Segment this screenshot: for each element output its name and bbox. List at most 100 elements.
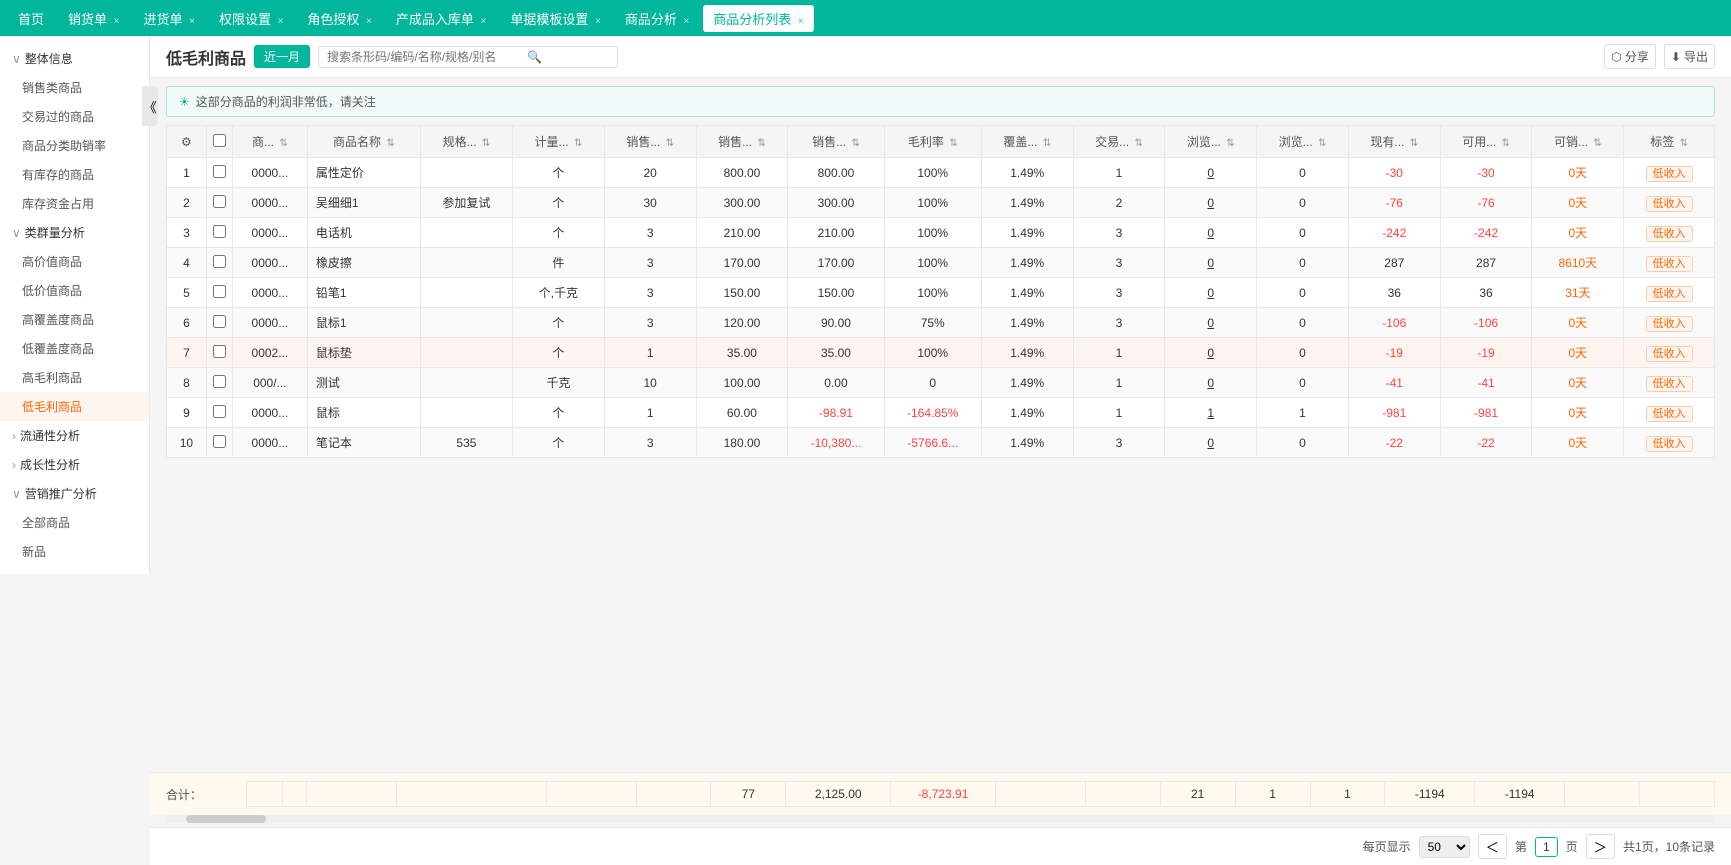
row-checkbox[interactable] [206, 188, 232, 218]
sidebar-item-in-stock[interactable]: 有库存的商品 [0, 160, 149, 189]
row-checkbox[interactable] [206, 278, 232, 308]
sidebar-item-high-margin[interactable]: 高毛利商品 [0, 363, 149, 392]
row-checkbox[interactable] [206, 158, 232, 188]
nav-purchase[interactable]: 进货单 × [133, 5, 204, 32]
prev-page-button[interactable]: ＜ [1478, 834, 1507, 859]
nav-product-entry[interactable]: 产成品入库单 × [386, 5, 496, 32]
row-spec [420, 398, 512, 428]
col-spec[interactable]: 规格... ⇅ [420, 126, 512, 158]
horizontal-scrollbar[interactable] [166, 815, 1715, 823]
filter-button[interactable]: 近一月 [254, 45, 310, 68]
sidebar-item-sales-products[interactable]: 销售类商品 [0, 73, 149, 102]
sidebar-group-growth[interactable]: › 成长性分析 [0, 450, 149, 479]
next-page-button[interactable]: ＞ [1586, 834, 1615, 859]
table-row: 9 0000... 鼠标 个 1 60.00 -98.91 -164.85% 1… [167, 398, 1715, 428]
col-available-stock[interactable]: 可用... ⇅ [1440, 126, 1532, 158]
row-checkbox-input[interactable] [213, 165, 226, 178]
row-transactions: 1 [1073, 368, 1165, 398]
sidebar-item-high-value[interactable]: 高价值商品 [0, 247, 149, 276]
col-coverage[interactable]: 覆盖... ⇅ [981, 126, 1073, 158]
nav-product-analysis[interactable]: 商品分析 × [615, 5, 699, 32]
col-sales-qty[interactable]: 销售... ⇅ [604, 126, 696, 158]
notice-text: 这部分商品的利润非常低，请关注 [196, 93, 376, 110]
row-checkbox-input[interactable] [213, 255, 226, 268]
row-checkbox[interactable] [206, 248, 232, 278]
col-margin[interactable]: 毛利率 ⇅ [884, 126, 981, 158]
row-views1: 0 [1165, 188, 1257, 218]
row-checkbox-input[interactable] [213, 405, 226, 418]
sidebar-item-category-rate[interactable]: 商品分类助销率 [0, 131, 149, 160]
row-current-stock: 36 [1348, 278, 1440, 308]
search-icon[interactable]: 🔍 [527, 50, 542, 64]
sidebar-item-capital[interactable]: 库存资金占用 [0, 189, 149, 218]
row-tag: 低收入 [1624, 278, 1715, 308]
nav-sales[interactable]: 销货单 × [58, 5, 129, 32]
row-checkbox[interactable] [206, 308, 232, 338]
row-sales-qty: 1 [604, 338, 696, 368]
sidebar-item-low-coverage[interactable]: 低覆盖度商品 [0, 334, 149, 363]
sidebar-group-marketing[interactable]: ∨ 营销推广分析 [0, 479, 149, 508]
row-coverage: 1.49% [981, 218, 1073, 248]
col-views1[interactable]: 浏览... ⇅ [1165, 126, 1257, 158]
row-margin: -164.85% [884, 398, 981, 428]
row-salable-days: 31天 [1532, 278, 1624, 308]
sidebar-item-low-value[interactable]: 低价值商品 [0, 276, 149, 305]
row-current-stock: -76 [1348, 188, 1440, 218]
row-checkbox[interactable] [206, 398, 232, 428]
col-salable-days[interactable]: 可销... ⇅ [1532, 126, 1624, 158]
row-margin: 100% [884, 158, 981, 188]
row-sales-amount: 120.00 [696, 308, 788, 338]
sidebar-item-high-coverage[interactable]: 高覆盖度商品 [0, 305, 149, 334]
share-button[interactable]: ⬡ 分享 [1604, 44, 1656, 69]
sidebar-item-traded-products[interactable]: 交易过的商品 [0, 102, 149, 131]
nav-home[interactable]: 首页 [8, 5, 54, 32]
row-coverage: 1.49% [981, 428, 1073, 458]
col-transactions[interactable]: 交易... ⇅ [1073, 126, 1165, 158]
select-all-checkbox[interactable] [213, 134, 226, 147]
col-current-stock[interactable]: 现有... ⇅ [1348, 126, 1440, 158]
row-transactions: 3 [1073, 308, 1165, 338]
row-checkbox-input[interactable] [213, 315, 226, 328]
col-sales-amount[interactable]: 销售... ⇅ [696, 126, 788, 158]
col-settings[interactable]: ⚙ [167, 126, 207, 158]
col-code[interactable]: 商... ⇅ [232, 126, 307, 158]
col-tag[interactable]: 标签 ⇅ [1624, 126, 1715, 158]
sidebar-group-cluster[interactable]: ∨ 类群量分析 [0, 218, 149, 247]
table-container[interactable]: ⚙ 商... ⇅ 商品名称 ⇅ 规格... ⇅ 计量... ⇅ 销售... ⇅ … [150, 117, 1731, 772]
sidebar-item-new-products[interactable]: 新品 [0, 537, 149, 566]
nav-permissions[interactable]: 权限设置 × [209, 5, 293, 32]
row-checkbox[interactable] [206, 428, 232, 458]
row-checkbox-input[interactable] [213, 285, 226, 298]
sidebar-item-all-products[interactable]: 全部商品 [0, 508, 149, 537]
nav-role-auth[interactable]: 角色授权 × [297, 5, 381, 32]
col-checkbox[interactable] [206, 126, 232, 158]
row-checkbox-input[interactable] [213, 375, 226, 388]
row-checkbox-input[interactable] [213, 225, 226, 238]
export-button[interactable]: ⬇ 导出 [1664, 44, 1715, 69]
sidebar-collapse-button[interactable]: 《 [142, 86, 158, 126]
row-checkbox-input[interactable] [213, 345, 226, 358]
col-unit[interactable]: 计量... ⇅ [513, 126, 605, 158]
col-name[interactable]: 商品名称 ⇅ [307, 126, 420, 158]
sidebar-group-overview[interactable]: ∨ 整体信息 [0, 44, 149, 73]
row-checkbox-input[interactable] [213, 435, 226, 448]
row-checkbox[interactable] [206, 368, 232, 398]
row-checkbox[interactable] [206, 338, 232, 368]
sidebar-group-flow[interactable]: › 流通性分析 [0, 421, 149, 450]
row-salable-days: 0天 [1532, 398, 1624, 428]
nav-template[interactable]: 单据模板设置 × [500, 5, 610, 32]
row-checkbox-input[interactable] [213, 195, 226, 208]
row-available-stock: -242 [1440, 218, 1532, 248]
per-page-select[interactable]: 50 100 200 [1419, 836, 1470, 858]
row-views2: 1 [1257, 398, 1349, 428]
row-checkbox[interactable] [206, 218, 232, 248]
col-views2[interactable]: 浏览... ⇅ [1257, 126, 1349, 158]
row-unit: 个 [513, 428, 605, 458]
sidebar-item-low-margin[interactable]: 低毛利商品 [0, 392, 149, 421]
row-transactions: 1 [1073, 398, 1165, 428]
col-sales-profit[interactable]: 销售... ⇅ [788, 126, 884, 158]
nav-product-analysis-list[interactable]: 商品分析列表 × [703, 5, 813, 32]
scrollbar-thumb[interactable] [186, 815, 266, 823]
row-spec: 参加复试 [420, 188, 512, 218]
search-input[interactable] [327, 50, 527, 64]
